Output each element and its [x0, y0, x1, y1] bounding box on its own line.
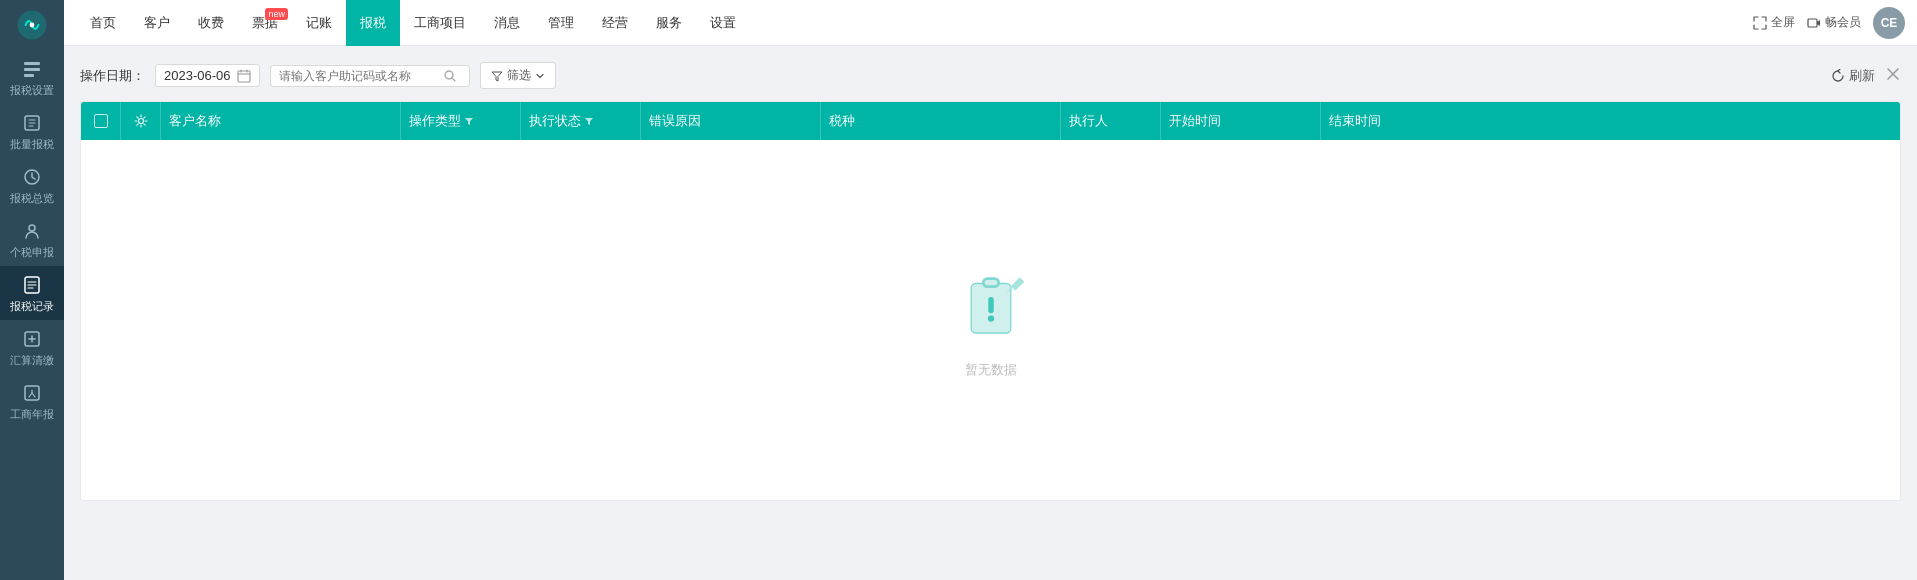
- empty-illustration: [946, 261, 1036, 351]
- nav-item-shezhi[interactable]: 设置: [696, 0, 750, 46]
- table: 客户名称 操作类型 执行状态 错误原因 税种: [80, 101, 1901, 501]
- th-errorreason: 错误原因: [641, 102, 821, 140]
- th-taxtype: 税种: [821, 102, 1061, 140]
- close-icon: [1885, 66, 1901, 82]
- svg-rect-12: [238, 71, 250, 82]
- nav-item-guanli[interactable]: 管理: [534, 0, 588, 46]
- nav-item-jizhang[interactable]: 记账: [292, 0, 346, 46]
- sidebar-item-label: 工商年报: [10, 407, 54, 422]
- svg-point-14: [138, 119, 143, 124]
- search-input[interactable]: [279, 69, 439, 83]
- logo: [0, 0, 64, 50]
- sidebar-item-baoshuishezhi[interactable]: 报税设置: [0, 50, 64, 104]
- empty-text: 暂无数据: [965, 361, 1017, 379]
- date-label: 操作日期：: [80, 67, 145, 85]
- settlement-icon: [21, 328, 43, 350]
- filter-col-icon: [464, 116, 474, 126]
- new-badge: new: [265, 8, 288, 21]
- batch-tax-icon: [21, 112, 43, 134]
- svg-rect-11: [1808, 19, 1817, 27]
- select-all-checkbox[interactable]: [94, 114, 108, 128]
- annual-report-icon: [21, 382, 43, 404]
- th-endtime: 结束时间: [1321, 102, 1461, 140]
- record-icon: [21, 274, 43, 296]
- nav-items: 首页 客户 收费 票据 new 记账 报税 工商项目 消息: [76, 0, 1753, 46]
- sidebar-item-baoshuijilu[interactable]: 报税记录: [0, 266, 64, 320]
- nav-item-fuwu[interactable]: 服务: [642, 0, 696, 46]
- svg-rect-3: [24, 68, 40, 71]
- svg-point-7: [29, 225, 35, 231]
- sidebar-item-label: 批量报税: [10, 137, 54, 152]
- filter-icon: [491, 70, 503, 82]
- th-gear[interactable]: [121, 102, 161, 140]
- content: 操作日期： 2023-06-06 筛选 刷新: [64, 46, 1917, 580]
- sidebar-item-label: 报税设置: [10, 83, 54, 98]
- sidebar-item-label: 汇算清缴: [10, 353, 54, 368]
- sidebar-item-piliangbaoshui[interactable]: 批量报税: [0, 104, 64, 158]
- topnav: 首页 客户 收费 票据 new 记账 报税 工商项目 消息: [64, 0, 1917, 46]
- user-avatar[interactable]: CE: [1873, 7, 1905, 39]
- svg-point-19: [987, 315, 993, 321]
- th-starttime: 开始时间: [1161, 102, 1321, 140]
- video-icon: [1807, 16, 1821, 30]
- calendar-icon: [237, 69, 251, 83]
- svg-point-1: [30, 23, 35, 28]
- nav-item-baoshui[interactable]: 报税: [346, 0, 400, 46]
- nav-item-shoufei[interactable]: 收费: [184, 0, 238, 46]
- sidebar-item-gongshangnianbo[interactable]: 工商年报: [0, 374, 64, 428]
- search-wrap[interactable]: [270, 65, 470, 87]
- th-executor: 执行人: [1061, 102, 1161, 140]
- search-icon: [443, 69, 457, 83]
- nav-item-piao[interactable]: 票据 new: [238, 0, 292, 46]
- th-status[interactable]: 执行状态: [521, 102, 641, 140]
- refresh-icon: [1831, 69, 1845, 83]
- sidebar-item-label: 报税总览: [10, 191, 54, 206]
- main-area: 首页 客户 收费 票据 new 记账 报税 工商项目 消息: [64, 0, 1917, 580]
- settings-icon: [21, 58, 43, 80]
- nav-item-xiaoxi[interactable]: 消息: [480, 0, 534, 46]
- fullscreen-icon: [1753, 16, 1767, 30]
- sidebar-item-label: 个税申报: [10, 245, 54, 260]
- svg-rect-18: [988, 297, 993, 313]
- page-content: 操作日期： 2023-06-06 筛选 刷新: [64, 46, 1917, 580]
- toolbar-right: 刷新: [1831, 66, 1901, 86]
- svg-rect-4: [24, 74, 34, 77]
- date-picker[interactable]: 2023-06-06: [155, 64, 260, 87]
- nav-item-kehu[interactable]: 客户: [130, 0, 184, 46]
- th-checkbox[interactable]: [81, 102, 121, 140]
- fullscreen-button[interactable]: 全屏: [1753, 14, 1795, 31]
- nav-item-gongshang[interactable]: 工商项目: [400, 0, 480, 46]
- table-body: 暂无数据: [81, 140, 1900, 500]
- sidebar: 报税设置 批量报税 报税总览 个税申报 报税记录 汇算清缴 工商: [0, 0, 64, 580]
- sidebar-item-baoshuizonglan[interactable]: 报税总览: [0, 158, 64, 212]
- sidebar-item-huisuanqingshui[interactable]: 汇算清缴: [0, 320, 64, 374]
- th-optype[interactable]: 操作类型: [401, 102, 521, 140]
- chevron-down-icon: [535, 71, 545, 81]
- th-name: 客户名称: [161, 102, 401, 140]
- date-value: 2023-06-06: [164, 68, 231, 83]
- nav-item-shouye[interactable]: 首页: [76, 0, 130, 46]
- sidebar-item-geshushenbo[interactable]: 个税申报: [0, 212, 64, 266]
- filter-button[interactable]: 筛选: [480, 62, 556, 89]
- filter-col2-icon: [584, 116, 594, 126]
- svg-rect-17: [984, 280, 997, 285]
- toolbar: 操作日期： 2023-06-06 筛选 刷新: [80, 62, 1901, 89]
- overview-icon: [21, 166, 43, 188]
- sidebar-item-label: 报税记录: [10, 299, 54, 314]
- refresh-button[interactable]: 刷新: [1831, 67, 1875, 85]
- personal-tax-icon: [21, 220, 43, 242]
- nav-item-jingying[interactable]: 经营: [588, 0, 642, 46]
- close-button[interactable]: [1885, 66, 1901, 86]
- gear-icon: [134, 114, 148, 128]
- table-header: 客户名称 操作类型 执行状态 错误原因 税种: [81, 102, 1900, 140]
- topnav-right: 全屏 畅会员 CE: [1753, 7, 1905, 39]
- svg-rect-2: [24, 62, 40, 65]
- member-button[interactable]: 畅会员: [1807, 14, 1861, 31]
